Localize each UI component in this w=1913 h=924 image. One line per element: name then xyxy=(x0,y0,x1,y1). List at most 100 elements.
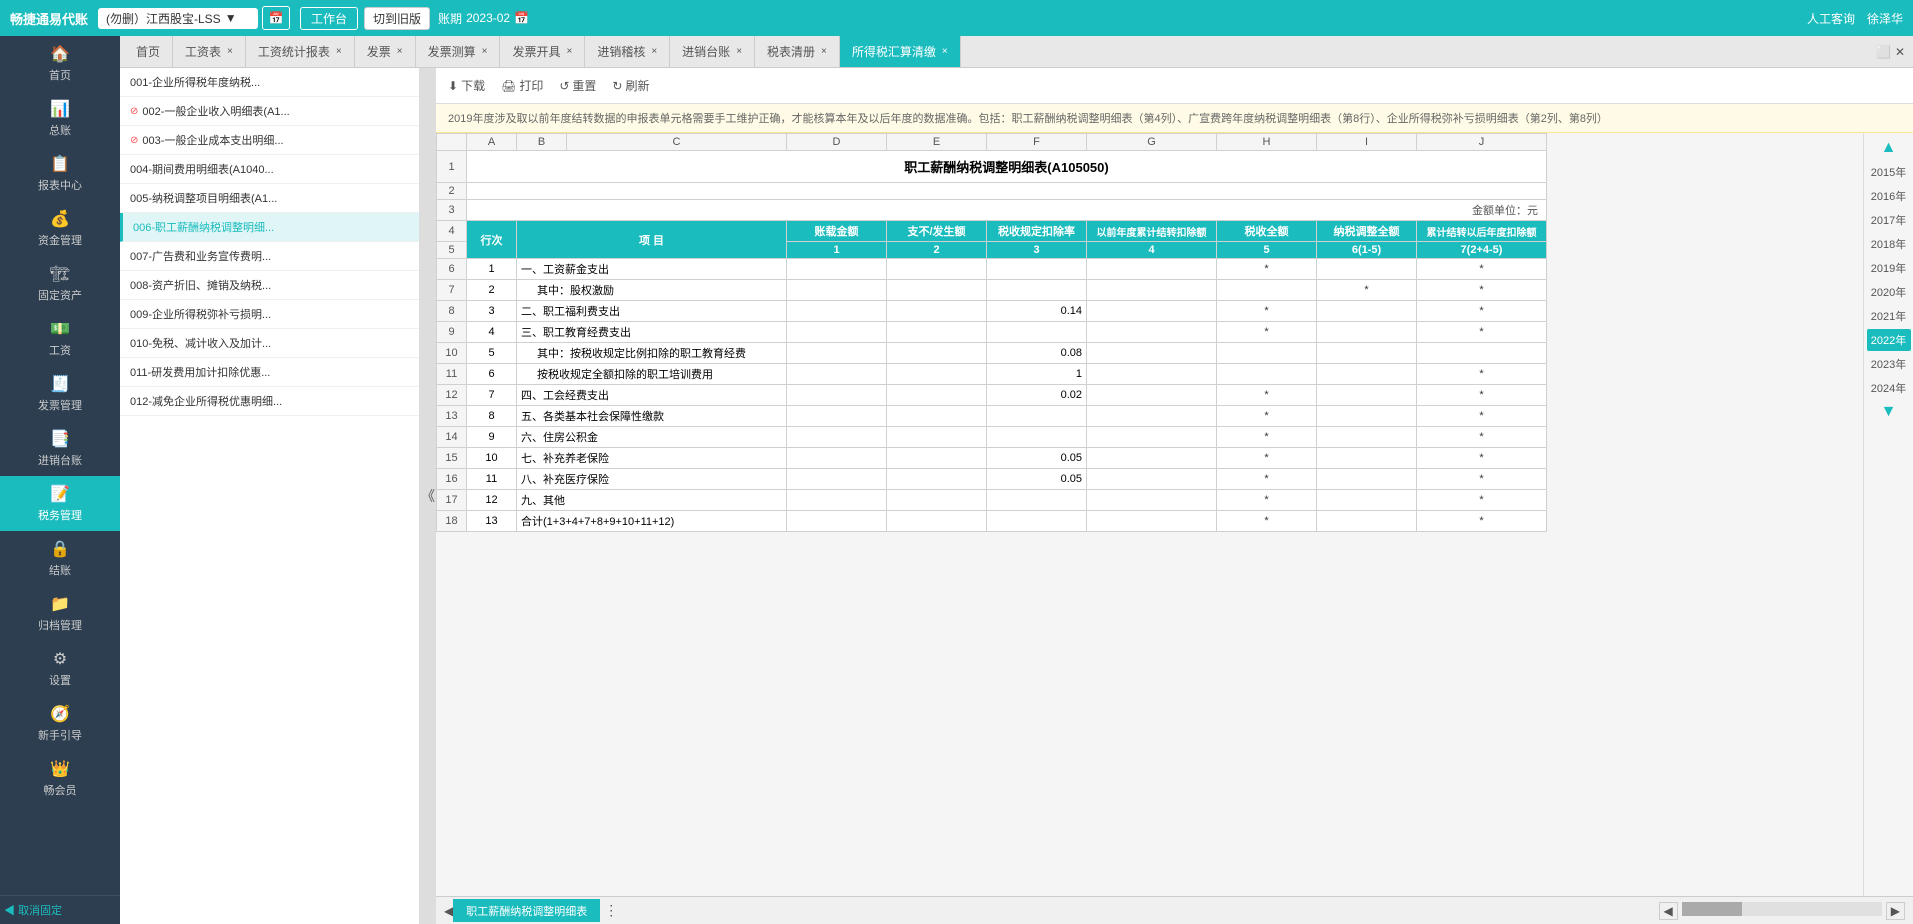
seq-18[interactable]: 13 xyxy=(467,511,517,532)
sidebar-item-tax[interactable]: 📝 税务管理 xyxy=(0,476,120,531)
cancel-fixed-btn[interactable]: ◀ 取消固定 xyxy=(0,895,120,924)
e-6[interactable] xyxy=(887,259,987,280)
j-18[interactable]: * xyxy=(1417,511,1547,532)
form-list-item-002[interactable]: ⊘ 002-一般企业收入明细表(A1... xyxy=(120,97,419,126)
e-11[interactable] xyxy=(887,364,987,385)
i-11[interactable] xyxy=(1317,364,1417,385)
tab-invoice-open-close[interactable]: × xyxy=(566,46,572,57)
j-7[interactable]: * xyxy=(1417,280,1547,301)
e-16[interactable] xyxy=(887,469,987,490)
sidebar-item-sales-ledger[interactable]: 📑 进销台账 xyxy=(0,421,120,476)
form-list-item-007[interactable]: 007-广告费和业务宣传费明... xyxy=(120,242,419,271)
username[interactable]: 徐泽华 xyxy=(1867,10,1903,27)
tab-inbound-ledger[interactable]: 进销台账 × xyxy=(670,36,755,68)
form-list-item-004[interactable]: 004-期间费用明细表(A1040... xyxy=(120,155,419,184)
tab-invoice-close[interactable]: × xyxy=(397,46,403,57)
year-2017[interactable]: 2017年 xyxy=(1867,209,1911,231)
d-7[interactable] xyxy=(787,280,887,301)
h-16[interactable]: * xyxy=(1217,469,1317,490)
f-12[interactable]: 0.02 xyxy=(987,385,1087,406)
d-16[interactable] xyxy=(787,469,887,490)
g-9[interactable] xyxy=(1087,322,1217,343)
j-14[interactable]: * xyxy=(1417,427,1547,448)
tab-payroll-stats-close[interactable]: × xyxy=(336,46,342,57)
year-2021[interactable]: 2021年 xyxy=(1867,305,1911,327)
workbench-button[interactable]: 工作台 xyxy=(300,7,358,30)
j-12[interactable]: * xyxy=(1417,385,1547,406)
g-17[interactable] xyxy=(1087,490,1217,511)
j-9[interactable]: * xyxy=(1417,322,1547,343)
bottom-sheet-tab[interactable]: 职工薪酬纳税调整明细表 xyxy=(453,899,600,922)
tab-payroll[interactable]: 工资表 × xyxy=(173,36,246,68)
g-8[interactable] xyxy=(1087,301,1217,322)
tab-tax-clearance[interactable]: 税表清册 × xyxy=(755,36,840,68)
year-2018[interactable]: 2018年 xyxy=(1867,233,1911,255)
form-list-item-011[interactable]: 011-研发费用加计扣除优惠... xyxy=(120,358,419,387)
tab-payroll-stats[interactable]: 工资统计报表 × xyxy=(246,36,355,68)
label-8[interactable]: 二、职工福利费支出 xyxy=(517,301,787,322)
f-9[interactable] xyxy=(987,322,1087,343)
i-7[interactable]: * xyxy=(1317,280,1417,301)
sheet-content[interactable]: A B C D E F G H I J xyxy=(436,133,1863,896)
seq-16[interactable]: 11 xyxy=(467,469,517,490)
year-up-arrow[interactable]: ▲ xyxy=(1879,137,1899,159)
tab-invoice[interactable]: 发票 × xyxy=(355,36,416,68)
j-6[interactable]: * xyxy=(1417,259,1547,280)
year-2015[interactable]: 2015年 xyxy=(1867,161,1911,183)
e-14[interactable] xyxy=(887,427,987,448)
sidebar-item-home[interactable]: 🏠 首页 xyxy=(0,36,120,91)
year-2022[interactable]: 2022年 xyxy=(1867,329,1911,351)
year-2016[interactable]: 2016年 xyxy=(1867,185,1911,207)
seq-7[interactable]: 2 xyxy=(467,280,517,301)
f-8[interactable]: 0.14 xyxy=(987,301,1087,322)
form-list-item-006[interactable]: 006-职工薪酬纳税调整明细... xyxy=(120,213,419,242)
e-17[interactable] xyxy=(887,490,987,511)
year-2024[interactable]: 2024年 xyxy=(1867,377,1911,399)
g-18[interactable] xyxy=(1087,511,1217,532)
g-11[interactable] xyxy=(1087,364,1217,385)
form-list-item-003[interactable]: ⊘ 003-一般企业成本支出明细... xyxy=(120,126,419,155)
tab-inbound-check-close[interactable]: × xyxy=(651,46,657,57)
scroll-left-btn[interactable]: ◀ xyxy=(1659,902,1678,920)
i-10[interactable] xyxy=(1317,343,1417,364)
sidebar-item-payroll[interactable]: 💵 工资 xyxy=(0,311,120,366)
f-17[interactable] xyxy=(987,490,1087,511)
g-14[interactable] xyxy=(1087,427,1217,448)
d-6[interactable] xyxy=(787,259,887,280)
form-list-item-012[interactable]: 012-减免企业所得税优惠明细... xyxy=(120,387,419,416)
user-service[interactable]: 人工客询 xyxy=(1807,10,1855,27)
e-9[interactable] xyxy=(887,322,987,343)
tab-invoice-open[interactable]: 发票开具 × xyxy=(500,36,585,68)
label-9[interactable]: 三、职工教育经费支出 xyxy=(517,322,787,343)
tab-inbound-check[interactable]: 进销稽核 × xyxy=(585,36,670,68)
i-13[interactable] xyxy=(1317,406,1417,427)
form-list-item-009[interactable]: 009-企业所得税弥补亏损明... xyxy=(120,300,419,329)
seq-9[interactable]: 4 xyxy=(467,322,517,343)
e-7[interactable] xyxy=(887,280,987,301)
e-12[interactable] xyxy=(887,385,987,406)
h-18[interactable]: * xyxy=(1217,511,1317,532)
horizontal-scrollbar[interactable] xyxy=(1682,902,1882,916)
f-7[interactable] xyxy=(987,280,1087,301)
d-18[interactable] xyxy=(787,511,887,532)
e-10[interactable] xyxy=(887,343,987,364)
collapse-panel-btn[interactable]: 《 xyxy=(420,68,436,924)
i-6[interactable] xyxy=(1317,259,1417,280)
j-10[interactable] xyxy=(1417,343,1547,364)
seq-12[interactable]: 7 xyxy=(467,385,517,406)
i-12[interactable] xyxy=(1317,385,1417,406)
download-btn[interactable]: ⬇ 下载 xyxy=(448,77,485,94)
h-11[interactable] xyxy=(1217,364,1317,385)
label-15[interactable]: 七、补充养老保险 xyxy=(517,448,787,469)
f-14[interactable] xyxy=(987,427,1087,448)
seq-11[interactable]: 6 xyxy=(467,364,517,385)
label-17[interactable]: 九、其他 xyxy=(517,490,787,511)
d-15[interactable] xyxy=(787,448,887,469)
i-17[interactable] xyxy=(1317,490,1417,511)
f-11[interactable]: 1 xyxy=(987,364,1087,385)
d-12[interactable] xyxy=(787,385,887,406)
d-13[interactable] xyxy=(787,406,887,427)
year-down-arrow[interactable]: ▼ xyxy=(1879,401,1899,423)
tab-payroll-close[interactable]: × xyxy=(227,46,233,57)
d-14[interactable] xyxy=(787,427,887,448)
